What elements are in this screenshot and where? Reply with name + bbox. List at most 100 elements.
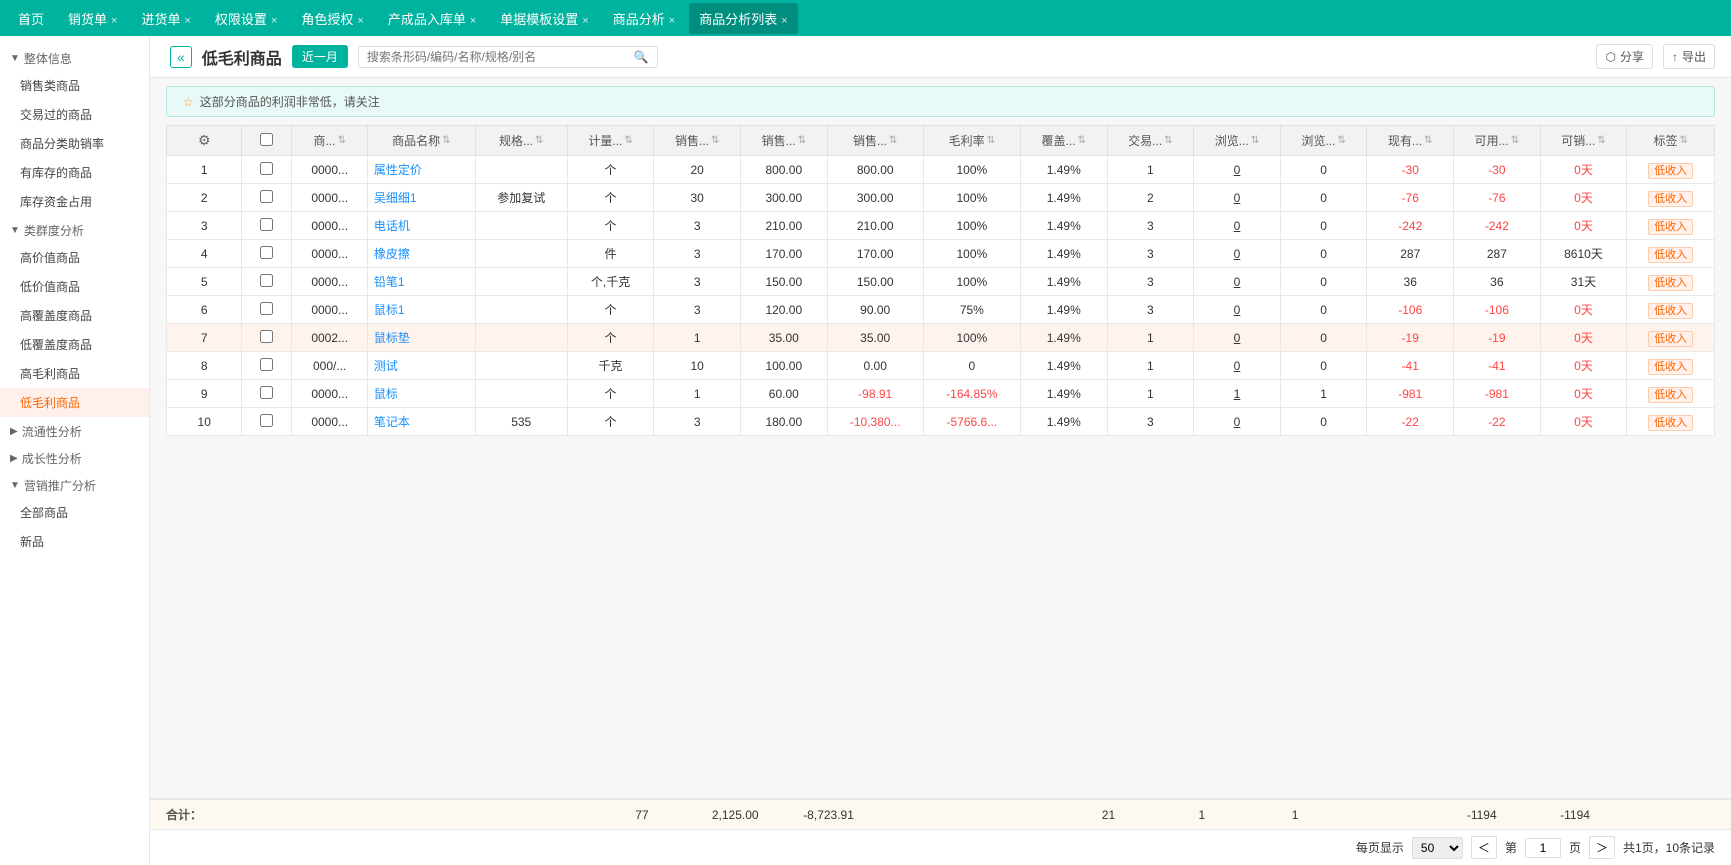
row-checkbox[interactable] <box>260 190 273 203</box>
sidebar-group-overall[interactable]: ▼ 整体信息 <box>0 44 149 71</box>
col-gross-rate[interactable]: 毛利率⇅ <box>923 126 1020 156</box>
row-checkbox[interactable] <box>260 414 273 427</box>
col-saleable[interactable]: 可销...⇅ <box>1540 126 1627 156</box>
row-name[interactable]: 电话机 <box>367 212 475 240</box>
nav-template-settings[interactable]: 单据模板设置× <box>490 3 598 34</box>
close-template[interactable]: × <box>582 15 588 27</box>
col-browse1[interactable]: 浏览...⇅ <box>1194 126 1281 156</box>
row-browse1[interactable]: 0 <box>1194 296 1281 324</box>
sidebar-item-traded-products[interactable]: 交易过的商品 <box>0 100 149 129</box>
close-product-analysis[interactable]: × <box>669 15 675 27</box>
col-name[interactable]: 商品名称⇅ <box>367 126 475 156</box>
row-checkbox-cell[interactable] <box>242 352 292 380</box>
date-filter-button[interactable]: 近一月 <box>292 45 348 68</box>
row-checkbox-cell[interactable] <box>242 324 292 352</box>
row-name[interactable]: 鼠标 <box>367 380 475 408</box>
col-code[interactable]: 商...⇅ <box>292 126 367 156</box>
close-analysis-list[interactable]: × <box>781 15 787 27</box>
col-coverage[interactable]: 覆盖...⇅ <box>1020 126 1107 156</box>
row-browse1[interactable]: 0 <box>1194 156 1281 184</box>
row-checkbox-cell[interactable] <box>242 156 292 184</box>
search-input[interactable] <box>367 50 630 64</box>
row-checkbox[interactable] <box>260 386 273 399</box>
col-sales-count[interactable]: 销售...⇅ <box>654 126 741 156</box>
sidebar-item-high-value[interactable]: 高价值商品 <box>0 243 149 272</box>
nav-sales-order[interactable]: 销货单× <box>58 3 127 34</box>
col-available[interactable]: 可用...⇅ <box>1454 126 1541 156</box>
col-spec[interactable]: 规格...⇅ <box>475 126 567 156</box>
share-button[interactable]: ⬡ 分享 <box>1596 44 1653 69</box>
nav-product-analysis[interactable]: 商品分析× <box>603 3 685 34</box>
close-purchase-order[interactable]: × <box>184 15 190 27</box>
nav-home[interactable]: 首页 <box>8 3 54 34</box>
sidebar-item-new-products[interactable]: 新品 <box>0 527 149 556</box>
row-browse1[interactable]: 0 <box>1194 324 1281 352</box>
sidebar-item-inventory-capital[interactable]: 库存资金占用 <box>0 187 149 216</box>
col-checkbox[interactable] <box>242 126 292 156</box>
col-browse2[interactable]: 浏览...⇅ <box>1280 126 1367 156</box>
row-name[interactable]: 笔记本 <box>367 408 475 436</box>
row-name[interactable]: 鼠标垫 <box>367 324 475 352</box>
row-checkbox[interactable] <box>260 274 273 287</box>
sidebar-group-liquidity[interactable]: ▶ 流通性分析 <box>0 417 149 444</box>
select-all-checkbox[interactable] <box>260 133 273 146</box>
row-browse1[interactable]: 0 <box>1194 268 1281 296</box>
row-name[interactable]: 测试 <box>367 352 475 380</box>
collapse-sidebar-button[interactable]: « <box>170 46 192 68</box>
row-name[interactable]: 吴细细1 <box>367 184 475 212</box>
nav-purchase-order[interactable]: 进货单× <box>131 3 200 34</box>
col-sales-price[interactable]: 销售...⇅ <box>741 126 828 156</box>
sidebar-item-stocked-products[interactable]: 有库存的商品 <box>0 158 149 187</box>
row-browse1[interactable]: 0 <box>1194 212 1281 240</box>
export-button[interactable]: ↑ 导出 <box>1663 44 1715 69</box>
nav-role-auth[interactable]: 角色授权× <box>291 3 373 34</box>
page-number-input[interactable] <box>1525 838 1561 858</box>
row-checkbox-cell[interactable] <box>242 240 292 268</box>
nav-product-analysis-list[interactable]: 商品分析列表× <box>689 3 797 34</box>
close-sales-order[interactable]: × <box>111 15 117 27</box>
row-browse1[interactable]: 0 <box>1194 240 1281 268</box>
sidebar-item-low-coverage[interactable]: 低覆盖度商品 <box>0 330 149 359</box>
row-name[interactable]: 铅笔1 <box>367 268 475 296</box>
close-product-entry[interactable]: × <box>470 15 476 27</box>
row-browse1[interactable]: 0 <box>1194 408 1281 436</box>
row-checkbox[interactable] <box>260 302 273 315</box>
next-page-button[interactable]: ＞ <box>1589 836 1615 859</box>
row-checkbox-cell[interactable] <box>242 184 292 212</box>
row-browse1[interactable]: 0 <box>1194 352 1281 380</box>
row-checkbox-cell[interactable] <box>242 212 292 240</box>
row-checkbox[interactable] <box>260 218 273 231</box>
sidebar-item-high-coverage[interactable]: 高覆盖度商品 <box>0 301 149 330</box>
settings-icon[interactable]: ⚙ <box>198 132 211 148</box>
row-name[interactable]: 橡皮擦 <box>367 240 475 268</box>
row-checkbox[interactable] <box>260 330 273 343</box>
prev-page-button[interactable]: ＜ <box>1471 836 1497 859</box>
col-unit[interactable]: 计量...⇅ <box>567 126 654 156</box>
sidebar-group-marketing[interactable]: ▼ 营销推广分析 <box>0 471 149 498</box>
sidebar-item-sales-products[interactable]: 销售类商品 <box>0 71 149 100</box>
sidebar-item-low-value[interactable]: 低价值商品 <box>0 272 149 301</box>
row-checkbox-cell[interactable] <box>242 268 292 296</box>
close-permission[interactable]: × <box>271 15 277 27</box>
col-transaction[interactable]: 交易...⇅ <box>1107 126 1194 156</box>
col-current[interactable]: 现有...⇅ <box>1367 126 1454 156</box>
col-settings[interactable]: ⚙ <box>167 126 242 156</box>
sidebar-item-high-margin[interactable]: 高毛利商品 <box>0 359 149 388</box>
col-sales-profit[interactable]: 销售...⇅ <box>827 126 923 156</box>
row-checkbox-cell[interactable] <box>242 296 292 324</box>
row-browse1[interactable]: 1 <box>1194 380 1281 408</box>
row-browse1[interactable]: 0 <box>1194 184 1281 212</box>
nav-permission-settings[interactable]: 权限设置× <box>205 3 287 34</box>
close-role-auth[interactable]: × <box>357 15 363 27</box>
sidebar-item-low-margin[interactable]: 低毛利商品 <box>0 388 149 417</box>
row-checkbox[interactable] <box>260 358 273 371</box>
sidebar-group-growth[interactable]: ▶ 成长性分析 <box>0 444 149 471</box>
row-checkbox-cell[interactable] <box>242 408 292 436</box>
nav-product-entry[interactable]: 产成品入库单× <box>378 3 486 34</box>
per-page-select[interactable]: 50 20 100 <box>1412 837 1463 859</box>
sidebar-group-cluster[interactable]: ▼ 类群度分析 <box>0 216 149 243</box>
row-checkbox-cell[interactable] <box>242 380 292 408</box>
row-checkbox[interactable] <box>260 246 273 259</box>
col-tag[interactable]: 标签⇅ <box>1627 126 1715 156</box>
row-name[interactable]: 属性定价 <box>367 156 475 184</box>
